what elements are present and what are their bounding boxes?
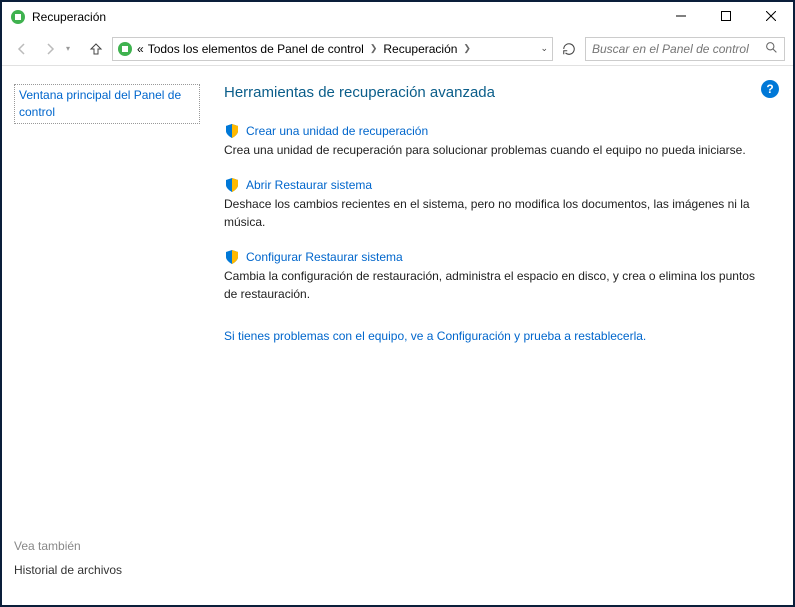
window-title: Recuperación bbox=[32, 10, 658, 24]
open-system-restore-link[interactable]: Abrir Restaurar sistema bbox=[246, 178, 372, 192]
close-button[interactable] bbox=[748, 2, 793, 30]
shield-icon bbox=[224, 123, 240, 139]
create-recovery-drive-link[interactable]: Crear una unidad de recuperación bbox=[246, 124, 428, 138]
address-bar[interactable]: « Todos los elementos de Panel de contro… bbox=[112, 37, 553, 61]
recovery-option: Abrir Restaurar sistema Deshace los camb… bbox=[224, 177, 769, 231]
chevron-right-icon[interactable]: ❯ bbox=[461, 43, 473, 54]
content-area: Ventana principal del Panel de control V… bbox=[2, 66, 793, 605]
see-also-heading: Vea también bbox=[14, 539, 200, 553]
option-description: Crea una unidad de recuperación para sol… bbox=[224, 142, 769, 159]
refresh-button[interactable] bbox=[557, 37, 581, 61]
option-description: Cambia la configuración de restauración,… bbox=[224, 268, 769, 303]
option-description: Deshace los cambios recientes en el sist… bbox=[224, 196, 769, 231]
sidebar: Ventana principal del Panel de control V… bbox=[2, 66, 212, 605]
recovery-option: Crear una unidad de recuperación Crea un… bbox=[224, 123, 769, 159]
help-icon[interactable]: ? bbox=[761, 80, 779, 98]
chevron-right-icon[interactable]: ❯ bbox=[368, 43, 380, 54]
page-title: Herramientas de recuperación avanzada bbox=[224, 84, 769, 101]
up-button[interactable] bbox=[84, 37, 108, 61]
search-box[interactable] bbox=[585, 37, 785, 61]
shield-icon bbox=[224, 177, 240, 193]
recovery-option: Configurar Restaurar sistema Cambia la c… bbox=[224, 249, 769, 303]
breadcrumb-item[interactable]: Recuperación bbox=[383, 42, 457, 56]
minimize-button[interactable] bbox=[658, 2, 703, 30]
sidebar-bottom: Vea también Historial de archivos bbox=[14, 539, 200, 587]
search-input[interactable] bbox=[592, 42, 765, 56]
sidebar-main-link[interactable]: Ventana principal del Panel de control bbox=[14, 84, 200, 124]
navigation-bar: ▾ « Todos los elementos de Panel de cont… bbox=[2, 32, 793, 66]
titlebar: Recuperación bbox=[2, 2, 793, 32]
maximize-button[interactable] bbox=[703, 2, 748, 30]
window-controls bbox=[658, 2, 793, 32]
forward-button[interactable] bbox=[38, 37, 62, 61]
breadcrumb-item[interactable]: Todos los elementos de Panel de control bbox=[148, 42, 364, 56]
back-button[interactable] bbox=[10, 37, 34, 61]
breadcrumb-prefix[interactable]: « bbox=[137, 42, 144, 56]
control-panel-icon bbox=[117, 41, 133, 57]
see-also-link[interactable]: Historial de archivos bbox=[14, 563, 200, 577]
main-panel: ? Herramientas de recuperación avanzada … bbox=[212, 66, 793, 605]
settings-reset-link[interactable]: Si tienes problemas con el equipo, ve a … bbox=[224, 329, 646, 343]
configure-system-restore-link[interactable]: Configurar Restaurar sistema bbox=[246, 250, 403, 264]
control-panel-icon bbox=[10, 9, 26, 25]
shield-icon bbox=[224, 249, 240, 265]
address-dropdown-icon[interactable]: ⌄ bbox=[540, 43, 548, 54]
recent-locations-dropdown[interactable]: ▾ bbox=[66, 44, 80, 53]
search-icon[interactable] bbox=[765, 41, 778, 57]
